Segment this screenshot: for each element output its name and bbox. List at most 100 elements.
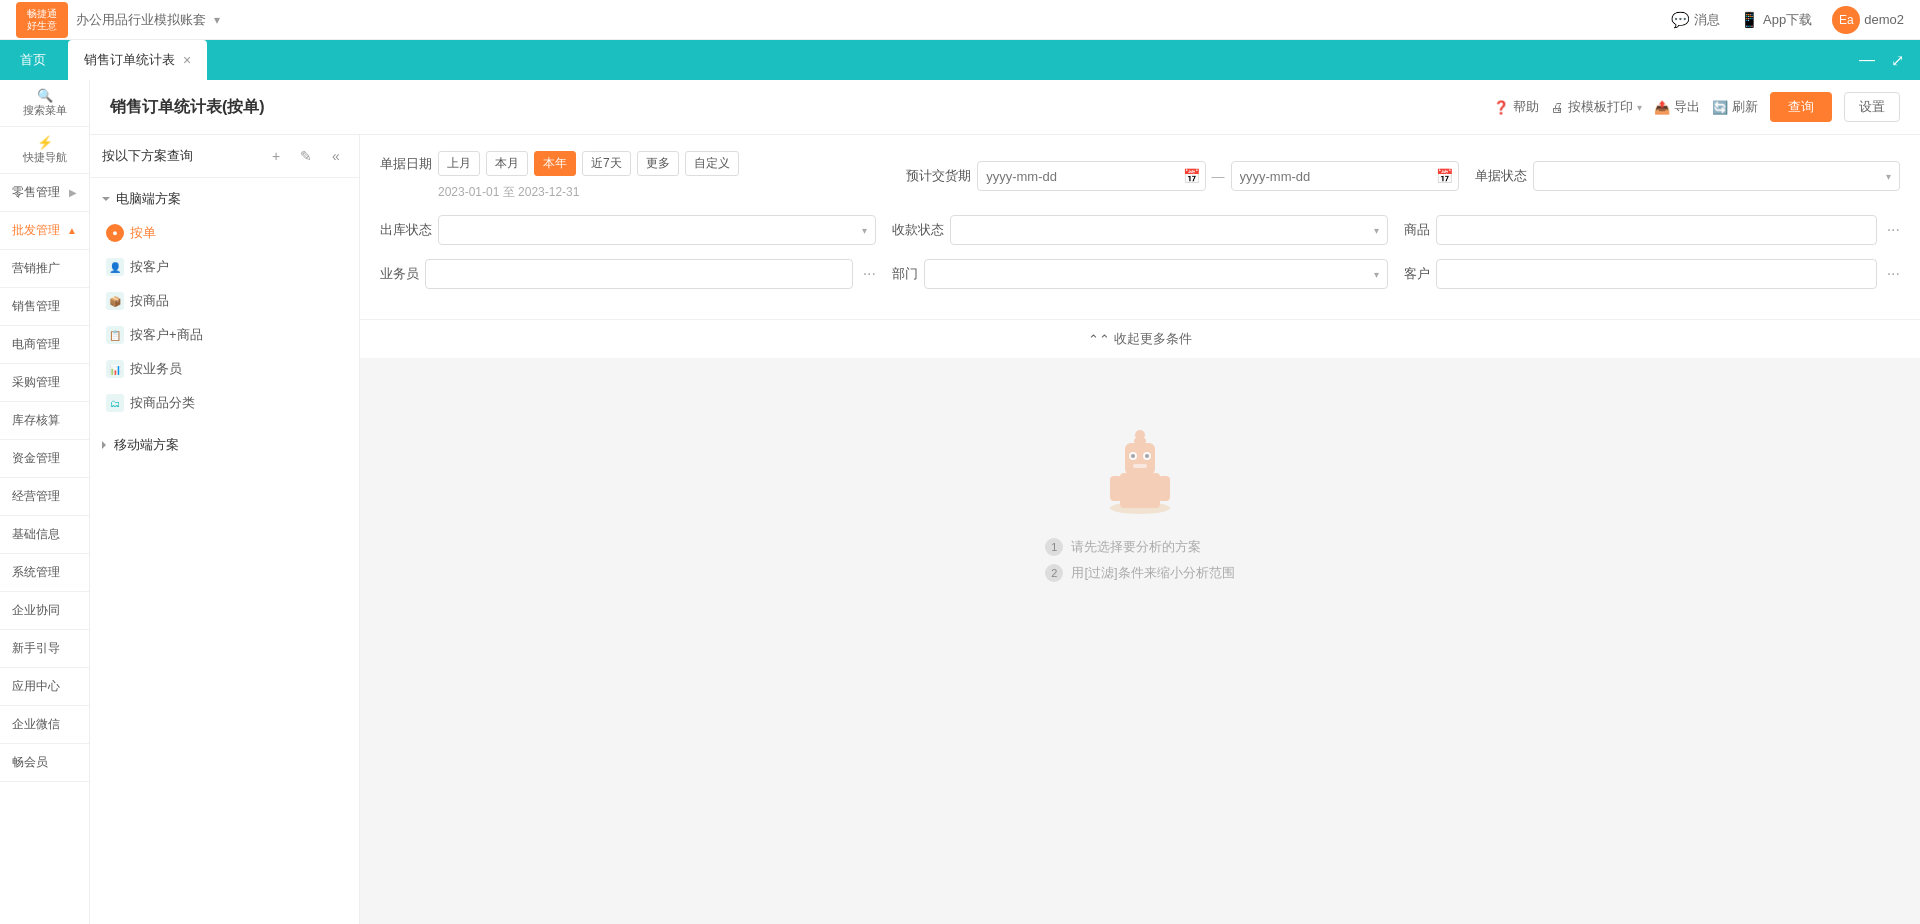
sidebar-item-sales[interactable]: 销售管理 [0,288,89,326]
svg-rect-2 [1110,476,1122,501]
export-icon: 📤 [1654,100,1670,115]
empty-state: 1 请先选择要分析的方案 2 用[过滤]条件来缩小分析范围 [360,358,1920,650]
sidebar-item-wechat[interactable]: 企业微信 [0,706,89,744]
add-scheme-btn[interactable]: + [265,145,287,167]
sidebar-item-newuser[interactable]: 新手引导 [0,630,89,668]
scheme-item-by-salesperson[interactable]: 📊 按业务员 [90,352,359,386]
status-label: 单据状态 [1475,167,1527,185]
sidebar-item-marketing-label: 营销推广 [12,260,60,277]
scheme-group-pc[interactable]: 电脑端方案 [90,182,359,216]
left-panel: 按以下方案查询 + ✎ « 电脑端方案 ● 按单 [90,135,360,924]
app-download-btn[interactable]: 📱 App下载 [1740,11,1812,29]
message-btn[interactable]: 💬 消息 [1671,11,1720,29]
topbar-left: 畅捷通好生意 办公用品行业模拟账套 ▾ [16,2,220,38]
expected-date-end[interactable] [1231,161,1459,191]
receipt-status-arrow: ▾ [1374,225,1379,236]
collapse-btn[interactable]: ⌃⌃ 收起更多条件 [1088,330,1192,348]
salesperson-more-btn[interactable]: ··· [863,265,876,283]
goods-input[interactable] [1436,215,1877,245]
sidebar-item-wechat-label: 企业微信 [12,716,60,733]
query-btn[interactable]: 查询 [1770,92,1832,122]
sidebar-item-system[interactable]: 系统管理 [0,554,89,592]
sidebar-nav[interactable]: ⚡ 快捷导航 [0,127,89,174]
tabbar: 首页 销售订单统计表 × — ⤢ [0,40,1920,80]
scheme-icon-by-order: ● [106,224,124,242]
sidebar-item-retail-label: 零售管理 [12,184,60,201]
tip-num-2: 2 [1045,564,1063,582]
sidebar-search[interactable]: 🔍 搜索菜单 [0,80,89,127]
date-label: 单据日期 [380,155,432,173]
scheme-icon-by-customer: 👤 [106,258,124,276]
empty-tip-2: 2 用[过滤]条件来缩小分析范围 [1045,564,1234,582]
expected-date-label: 预计交货期 [906,167,971,185]
panel-container: 按以下方案查询 + ✎ « 电脑端方案 ● 按单 [90,135,1920,924]
svg-rect-3 [1158,476,1170,501]
collapse-bar[interactable]: ⌃⌃ 收起更多条件 [360,319,1920,358]
sidebar-item-marketing[interactable]: 营销推广 [0,250,89,288]
filter-goods: 商品 ··· [1404,215,1900,245]
date-btn-7days[interactable]: 近7天 [582,151,631,176]
salesperson-input[interactable] [425,259,853,289]
expected-date-start[interactable] [977,161,1205,191]
scheme-item-by-category[interactable]: 🗂 按商品分类 [90,386,359,420]
department-select[interactable]: ▾ [924,259,1388,289]
sidebar-item-purchase-label: 采购管理 [12,374,60,391]
scheme-item-by-customer-goods[interactable]: 📋 按客户+商品 [90,318,359,352]
sidebar-item-basic[interactable]: 基础信息 [0,516,89,554]
sidebar-item-finance[interactable]: 资金管理 [0,440,89,478]
template-print-btn[interactable]: 🖨 按模板打印 ▾ [1551,98,1642,116]
topbar: 畅捷通好生意 办公用品行业模拟账套 ▾ 💬 消息 📱 App下载 Ea demo… [0,0,1920,40]
scheme-item-by-order[interactable]: ● 按单 [90,216,359,250]
help-icon: ❓ [1493,100,1509,115]
goods-more-btn[interactable]: ··· [1887,221,1900,239]
app-title-dropdown-icon[interactable]: ▾ [214,13,220,27]
sidebar-item-ecommerce[interactable]: 电商管理 [0,326,89,364]
edit-scheme-btn[interactable]: ✎ [295,145,317,167]
app-title: 办公用品行业模拟账套 [76,11,206,29]
scheme-group-mobile[interactable]: 移动端方案 [90,428,359,462]
department-label: 部门 [892,265,918,283]
print-icon: 🖨 [1551,100,1564,115]
message-icon: 💬 [1671,11,1690,29]
user-name: demo2 [1864,12,1904,27]
collapse-label: 收起更多条件 [1114,330,1192,348]
date-btn-more[interactable]: 更多 [637,151,679,176]
receipt-status-select[interactable]: ▾ [950,215,1388,245]
help-btn[interactable]: ❓ 帮助 [1493,98,1539,116]
customer-input[interactable] [1436,259,1877,289]
tab-close-btn[interactable]: × [183,52,191,68]
sidebar-item-retail[interactable]: 零售管理 ▶ [0,174,89,212]
sidebar-item-management[interactable]: 经营管理 [0,478,89,516]
export-btn[interactable]: 📤 导出 [1654,98,1700,116]
out-status-select[interactable]: ▾ [438,215,876,245]
user-menu[interactable]: Ea demo2 [1832,6,1904,34]
tab-active[interactable]: 销售订单统计表 × [68,40,207,80]
sidebar-item-member[interactable]: 畅会员 [0,744,89,782]
date-btn-this-month[interactable]: 本月 [486,151,528,176]
cal-icon-start[interactable]: 📅 [1183,168,1200,184]
sidebar-item-purchase[interactable]: 采购管理 [0,364,89,402]
date-btn-this-year[interactable]: 本年 [534,151,576,176]
nav-icon: ⚡ [37,135,53,150]
sidebar-item-wholesale[interactable]: 批发管理 ▲ [0,212,89,250]
sidebar-item-inventory[interactable]: 库存核算 [0,402,89,440]
date-btn-custom[interactable]: 自定义 [685,151,739,176]
collapse-panel-btn[interactable]: « [325,145,347,167]
tab-maximize-btn[interactable]: ⤢ [1887,47,1908,74]
sidebar-item-appcenter[interactable]: 应用中心 [0,668,89,706]
customer-more-btn[interactable]: ··· [1887,265,1900,283]
scheme-icon-by-category: 🗂 [106,394,124,412]
status-selector[interactable]: ▾ [1533,161,1900,191]
status-dropdown-arrow: ▾ [1886,171,1891,182]
scheme-icon-by-customer-goods: 📋 [106,326,124,344]
scheme-item-by-goods[interactable]: 📦 按商品 [90,284,359,318]
tab-minimize-btn[interactable]: — [1855,47,1879,73]
tab-home[interactable]: 首页 [0,40,66,80]
setting-btn[interactable]: 设置 [1844,92,1900,122]
date-btn-last-month[interactable]: 上月 [438,151,480,176]
scheme-item-by-customer[interactable]: 👤 按客户 [90,250,359,284]
filter-customer: 客户 ··· [1404,259,1900,289]
cal-icon-end[interactable]: 📅 [1436,168,1453,184]
refresh-btn[interactable]: 🔄 刷新 [1712,98,1758,116]
sidebar-item-enterprise[interactable]: 企业协同 [0,592,89,630]
